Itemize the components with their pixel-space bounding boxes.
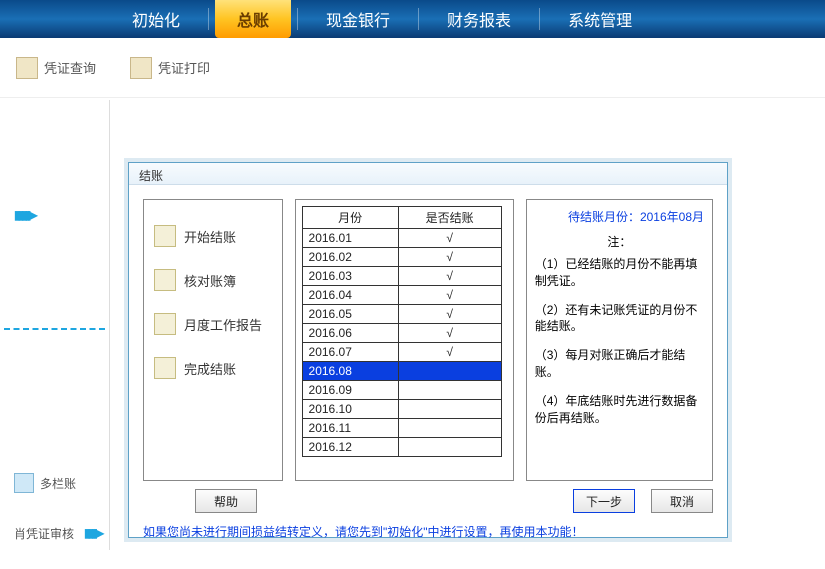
tool-voucher-print[interactable]: 凭证打印 — [130, 57, 210, 79]
cell-closed: √ — [398, 267, 501, 286]
step-month-report[interactable]: 月度工作报告 — [154, 313, 272, 335]
cell-month: 2016.03 — [302, 267, 398, 286]
check-icon — [154, 269, 176, 291]
cell-month: 2016.11 — [302, 419, 398, 438]
cell-closed: √ — [398, 286, 501, 305]
pending-value: 2016年08月 — [640, 210, 704, 224]
menu-separator — [297, 8, 298, 30]
cell-month: 2016.12 — [302, 438, 398, 457]
closing-dialog: 结账 开始结账 核对账簿 月度工作报告 完成结账 — [128, 162, 728, 538]
menu-tab-init[interactable]: 初始化 — [110, 0, 202, 38]
step-label: 开始结账 — [184, 227, 236, 246]
menu-separator — [418, 8, 419, 30]
cell-closed: √ — [398, 248, 501, 267]
sidebar-item-label: 肖凭证审核 — [14, 525, 74, 542]
table-row[interactable]: 2016.05√ — [302, 305, 501, 324]
toolbar: 凭证查询 凭证打印 — [0, 38, 825, 98]
tool-voucher-query[interactable]: 凭证查询 — [16, 57, 96, 79]
table-row[interactable]: 2016.01√ — [302, 229, 501, 248]
menu-tab-general-ledger[interactable]: 总账 — [215, 0, 291, 38]
table-row[interactable]: 2016.10 — [302, 400, 501, 419]
doc-print-icon — [130, 57, 152, 79]
step-label: 完成结账 — [184, 359, 236, 378]
doc-search-icon — [16, 57, 38, 79]
arrow-icon: ▮▮▮▮▶ — [14, 208, 35, 222]
note-item: （3）每月对账正确后才能结账。 — [535, 347, 704, 381]
start-icon — [154, 225, 176, 247]
table-row[interactable]: 2016.12 — [302, 438, 501, 457]
arrow-icon: ▮▮▮▶ — [84, 526, 101, 540]
step-start-closing[interactable]: 开始结账 — [154, 225, 272, 247]
cell-month: 2016.09 — [302, 381, 398, 400]
table-row[interactable]: 2016.02√ — [302, 248, 501, 267]
tool-label: 凭证打印 — [158, 58, 210, 77]
steps-panel: 开始结账 核对账簿 月度工作报告 完成结账 — [143, 199, 283, 481]
cell-month: 2016.10 — [302, 400, 398, 419]
menu-tab-sys-admin[interactable]: 系统管理 — [546, 0, 654, 38]
help-button[interactable]: 帮助 — [195, 489, 257, 513]
dialog-footer: 帮助 下一步 取消 如果您尚未进行期间损益结转定义，请您先到"初始化"中进行设置… — [129, 485, 727, 540]
cell-closed: √ — [398, 229, 501, 248]
table-row[interactable]: 2016.08 — [302, 362, 501, 381]
sidebar-divider — [4, 328, 105, 330]
col-month: 月份 — [302, 207, 398, 229]
next-button[interactable]: 下一步 — [573, 489, 635, 513]
table-row[interactable]: 2016.04√ — [302, 286, 501, 305]
cell-closed — [398, 362, 501, 381]
step-label: 月度工作报告 — [184, 315, 262, 334]
note-item: （2）还有未记账凭证的月份不能结账。 — [535, 302, 704, 336]
finish-icon — [154, 357, 176, 379]
pending-month: 待结账月份：2016年08月 — [535, 208, 704, 225]
menu-separator — [539, 8, 540, 30]
sidebar-audit[interactable]: 肖凭证审核 ▮▮▮▶ — [0, 508, 109, 558]
cell-month: 2016.04 — [302, 286, 398, 305]
cell-month: 2016.05 — [302, 305, 398, 324]
menu-tab-fin-report[interactable]: 财务报表 — [425, 0, 533, 38]
pending-label: 待结账月份： — [568, 210, 640, 224]
cell-closed: √ — [398, 343, 501, 362]
sidebar-item-label: 多栏账 — [40, 475, 76, 492]
sidebar-arrow: ▮▮▮▮▶ — [0, 190, 109, 240]
table-row[interactable]: 2016.07√ — [302, 343, 501, 362]
cell-month: 2016.02 — [302, 248, 398, 267]
step-check-ledger[interactable]: 核对账簿 — [154, 269, 272, 291]
cell-closed — [398, 381, 501, 400]
step-label: 核对账簿 — [184, 271, 236, 290]
cell-month: 2016.01 — [302, 229, 398, 248]
sidebar-multi-col[interactable]: 多栏账 — [0, 458, 109, 508]
report-icon — [154, 313, 176, 335]
months-table: 月份 是否结账 2016.01√2016.02√2016.03√2016.04√… — [302, 206, 502, 457]
cell-month: 2016.08 — [302, 362, 398, 381]
note-item: （4）年底结账时先进行数据备份后再结账。 — [535, 393, 704, 427]
table-row[interactable]: 2016.06√ — [302, 324, 501, 343]
notes-list: （1）已经结账的月份不能再填制凭证。 （2）还有未记账凭证的月份不能结账。 （3）每… — [535, 256, 704, 426]
note-item: （1）已经结账的月份不能再填制凭证。 — [535, 256, 704, 290]
table-row[interactable]: 2016.11 — [302, 419, 501, 438]
cell-closed: √ — [398, 324, 501, 343]
table-row[interactable]: 2016.03√ — [302, 267, 501, 286]
cell-closed — [398, 438, 501, 457]
menu-separator — [208, 8, 209, 30]
top-menubar: 初始化 总账 现金银行 财务报表 系统管理 — [0, 0, 825, 38]
dialog-title: 结账 — [129, 163, 727, 185]
tool-label: 凭证查询 — [44, 58, 96, 77]
months-panel: 月份 是否结账 2016.01√2016.02√2016.03√2016.04√… — [295, 199, 514, 481]
col-closed: 是否结账 — [398, 207, 501, 229]
cell-month: 2016.07 — [302, 343, 398, 362]
menu-tab-cash-bank[interactable]: 现金银行 — [304, 0, 412, 38]
cell-closed: √ — [398, 305, 501, 324]
ledger-icon — [14, 473, 34, 493]
footer-hint: 如果您尚未进行期间损益结转定义，请您先到"初始化"中进行设置，再使用本功能！ — [143, 523, 713, 540]
table-row[interactable]: 2016.09 — [302, 381, 501, 400]
cell-closed — [398, 419, 501, 438]
left-sidebar: ▮▮▮▮▶ 多栏账 肖凭证审核 ▮▮▮▶ — [0, 100, 110, 550]
cell-month: 2016.06 — [302, 324, 398, 343]
info-panel: 待结账月份：2016年08月 注： （1）已经结账的月份不能再填制凭证。 （2）还… — [526, 199, 713, 481]
cell-closed — [398, 400, 501, 419]
notes-heading: 注： — [535, 233, 704, 250]
cancel-button[interactable]: 取消 — [651, 489, 713, 513]
step-finish-closing[interactable]: 完成结账 — [154, 357, 272, 379]
